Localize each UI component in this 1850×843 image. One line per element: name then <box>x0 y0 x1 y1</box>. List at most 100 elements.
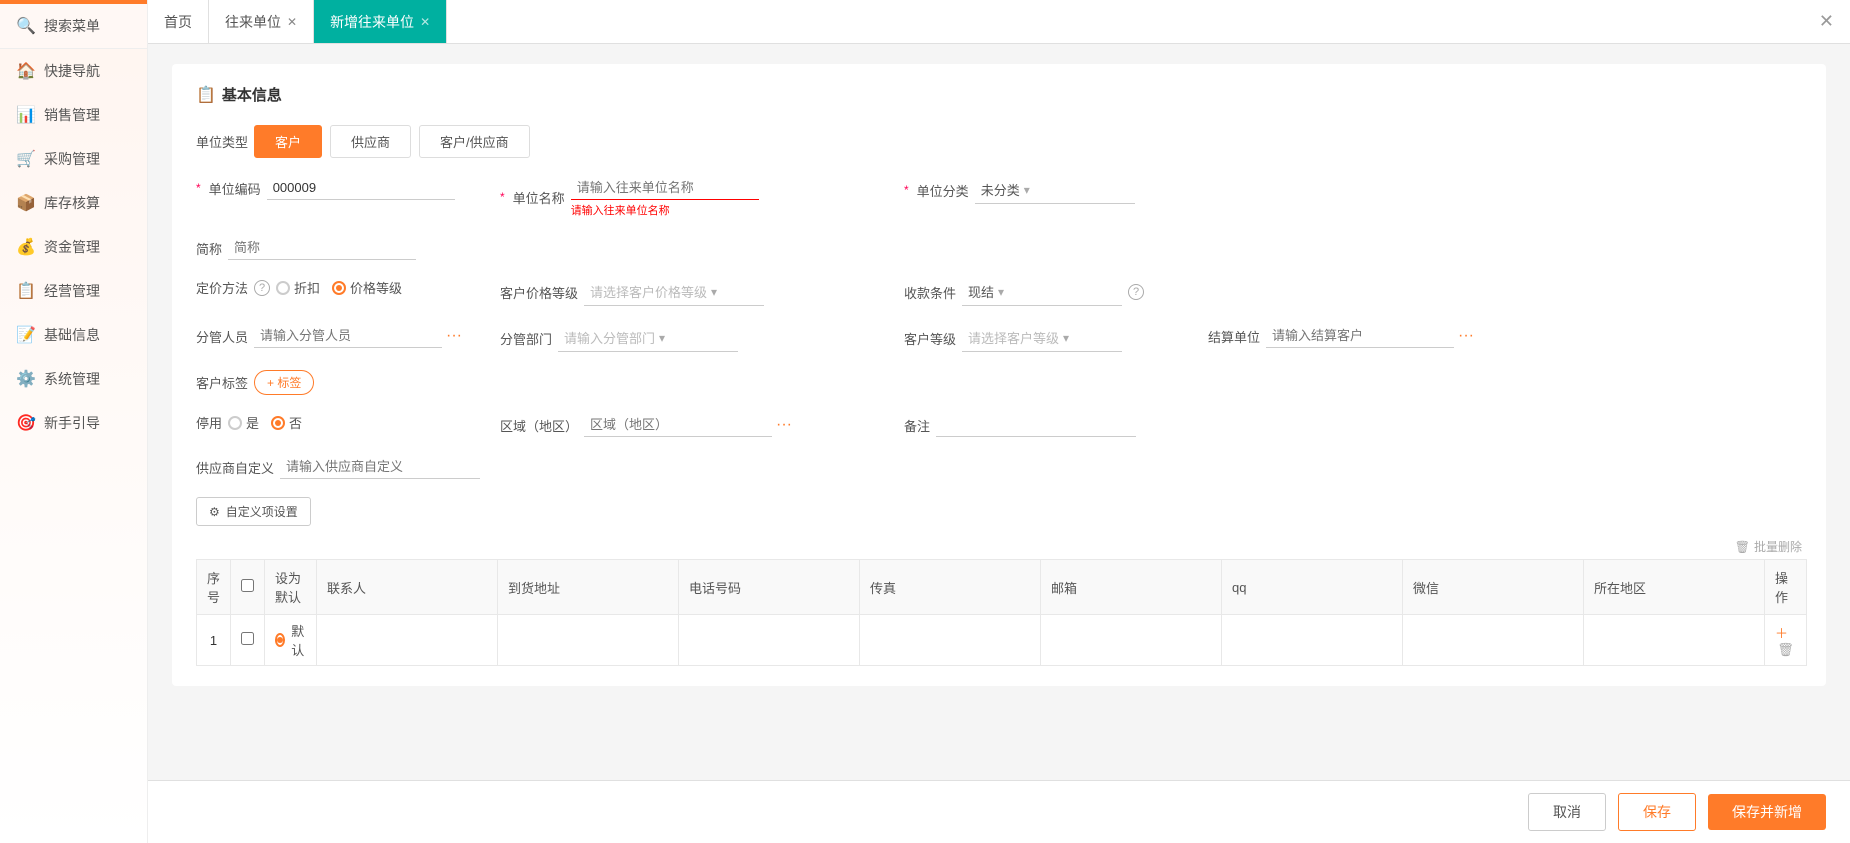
tab-unit-list-close[interactable]: ✕ <box>287 15 297 29</box>
tab-new-unit-close[interactable]: ✕ <box>420 15 430 29</box>
close-all-tabs-button[interactable]: ✕ <box>1803 11 1850 32</box>
region-input[interactable] <box>584 413 772 437</box>
sidebar-item-quick-nav[interactable]: 🏠 快捷导航 <box>0 49 147 93</box>
disable-region-row: 停用 是 否 区域（地区） <box>196 413 1802 437</box>
short-name-input[interactable] <box>228 236 416 260</box>
settlement-input[interactable] <box>1266 324 1454 348</box>
short-name-row: 简称 <box>196 236 1802 260</box>
col-fax: 传真 <box>860 560 1041 615</box>
basic-info-icon: 📝 <box>16 325 36 345</box>
row-contact-input[interactable] <box>327 629 487 652</box>
row-default-radio-item[interactable]: 默认 <box>275 621 306 659</box>
manager-field: 分管人员 ··· <box>196 324 476 348</box>
unit-name-input[interactable] <box>571 176 759 200</box>
type-btn-customer[interactable]: 客户 <box>254 125 322 158</box>
section-title-label: 基本信息 <box>222 84 282 105</box>
settlement-dots-button[interactable]: ··· <box>1458 327 1474 345</box>
sidebar-item-label: 基础信息 <box>44 325 100 345</box>
add-tag-button[interactable]: + 标签 <box>254 370 314 395</box>
row-email <box>1041 615 1222 666</box>
pricing-field: 定价方法 ? 折扣 价格等级 <box>196 278 476 297</box>
customer-price-placeholder: 请选择客户价格等级 <box>590 282 707 301</box>
row-checkbox <box>231 615 265 666</box>
col-checkbox <box>231 560 265 615</box>
pricing-level-option[interactable]: 价格等级 <box>332 278 402 297</box>
payment-help-icon[interactable]: ? <box>1128 284 1144 300</box>
batch-delete-label[interactable]: 批量删除 <box>1754 538 1802 555</box>
sidebar-item-guide[interactable]: 🎯 新手引导 <box>0 401 147 445</box>
sidebar-item-sales[interactable]: 📊 销售管理 <box>0 93 147 137</box>
tag-row: 客户标签 + 标签 <box>196 370 1802 395</box>
department-select[interactable]: 请输入分管部门 ▾ <box>558 324 738 352</box>
row-seq: 1 <box>197 615 231 666</box>
row-region-input[interactable] <box>1594 629 1754 652</box>
tab-unit-list[interactable]: 往来单位 ✕ <box>209 0 314 43</box>
region-dots-button[interactable]: ··· <box>776 416 792 434</box>
row-select-checkbox[interactable] <box>241 632 254 645</box>
col-email: 邮箱 <box>1041 560 1222 615</box>
settlement-field: 结算单位 ··· <box>1208 324 1488 348</box>
unit-category-field: * 单位分类 未分类 ▾ <box>904 176 1184 204</box>
manager-dots-button[interactable]: ··· <box>446 327 462 345</box>
row-wechat <box>1403 615 1584 666</box>
row-wechat-input[interactable] <box>1413 629 1573 652</box>
disable-field: 停用 是 否 <box>196 413 476 432</box>
tab-bar: 首页 往来单位 ✕ 新增往来单位 ✕ ✕ <box>148 0 1850 44</box>
sidebar-item-inventory[interactable]: 📦 库存核算 <box>0 181 147 225</box>
type-btn-supplier[interactable]: 供应商 <box>330 125 411 158</box>
supplier-custom-label: 供应商自定义 <box>196 458 274 477</box>
row-email-input[interactable] <box>1051 629 1211 652</box>
customer-price-select[interactable]: 请选择客户价格等级 ▾ <box>584 278 764 306</box>
sidebar-item-system[interactable]: ⚙️ 系统管理 <box>0 357 147 401</box>
supplier-custom-input[interactable] <box>280 455 480 479</box>
manager-input[interactable] <box>254 324 442 348</box>
row-fax-input[interactable] <box>870 629 1030 652</box>
cancel-button[interactable]: 取消 <box>1528 793 1606 831</box>
sidebar-item-search[interactable]: 🔍 搜索菜单 <box>0 4 147 49</box>
disable-no-label: 否 <box>289 413 302 432</box>
save-new-button[interactable]: 保存并新增 <box>1708 794 1826 830</box>
remark-input[interactable] <box>936 413 1136 437</box>
region-field: 区域（地区） ··· <box>500 413 880 437</box>
pricing-discount-option[interactable]: 折扣 <box>276 278 320 297</box>
customer-price-label: 客户价格等级 <box>500 283 578 302</box>
department-chevron-icon: ▾ <box>659 331 665 345</box>
row-qq-input[interactable] <box>1232 629 1392 652</box>
sidebar-item-basic-info[interactable]: 📝 基础信息 <box>0 313 147 357</box>
pricing-label: 定价方法 <box>196 278 248 297</box>
type-btn-both[interactable]: 客户/供应商 <box>419 125 530 158</box>
row-action: ＋ 🗑 <box>1765 615 1807 666</box>
sidebar-item-purchase[interactable]: 🛒 采购管理 <box>0 137 147 181</box>
sales-icon: 📊 <box>16 105 36 125</box>
select-all-checkbox[interactable] <box>241 579 254 592</box>
row-add-button[interactable]: ＋ <box>1775 626 1788 641</box>
disable-yes-label: 是 <box>246 413 259 432</box>
row-delete-button[interactable]: 🗑 <box>1777 642 1794 657</box>
tab-home[interactable]: 首页 <box>148 0 209 43</box>
batch-delete-icon: 🗑 <box>1735 540 1750 554</box>
disable-yes-option[interactable]: 是 <box>228 413 259 432</box>
manager-row: 分管人员 ··· 分管部门 请输入分管部门 ▾ 客户等级 <box>196 324 1802 352</box>
remark-field: 备注 <box>904 413 1184 437</box>
unit-category-select[interactable]: 未分类 ▾ <box>975 176 1135 204</box>
sidebar-item-finance[interactable]: 💰 资金管理 <box>0 225 147 269</box>
row-phone-input[interactable] <box>689 629 849 652</box>
tag-field: 客户标签 + 标签 <box>196 370 476 395</box>
customer-level-select[interactable]: 请选择客户等级 ▾ <box>962 324 1122 352</box>
custom-settings-button[interactable]: ⚙ 自定义项设置 <box>196 497 311 526</box>
contacts-table: 序号 设为默认 联系人 到货地址 电话号码 传真 邮箱 qq 微信 所在地区 操… <box>196 559 1807 666</box>
unit-category-required-star: * <box>904 183 909 197</box>
pricing-help-icon[interactable]: ? <box>254 280 270 296</box>
unit-code-input[interactable] <box>267 176 455 200</box>
purchase-icon: 🛒 <box>16 149 36 169</box>
row-address-input[interactable] <box>508 629 668 652</box>
sidebar-item-operations[interactable]: 📋 经营管理 <box>0 269 147 313</box>
payment-terms-select[interactable]: 现结 ▾ <box>962 278 1122 306</box>
disable-no-option[interactable]: 否 <box>271 413 302 432</box>
save-button[interactable]: 保存 <box>1618 793 1696 831</box>
unit-category-label: 单位分类 <box>917 181 969 200</box>
region-label: 区域（地区） <box>500 416 578 435</box>
sidebar-item-label: 资金管理 <box>44 237 100 257</box>
tab-new-unit[interactable]: 新增往来单位 ✕ <box>314 0 447 43</box>
supplier-custom-row: 供应商自定义 <box>196 455 1802 479</box>
